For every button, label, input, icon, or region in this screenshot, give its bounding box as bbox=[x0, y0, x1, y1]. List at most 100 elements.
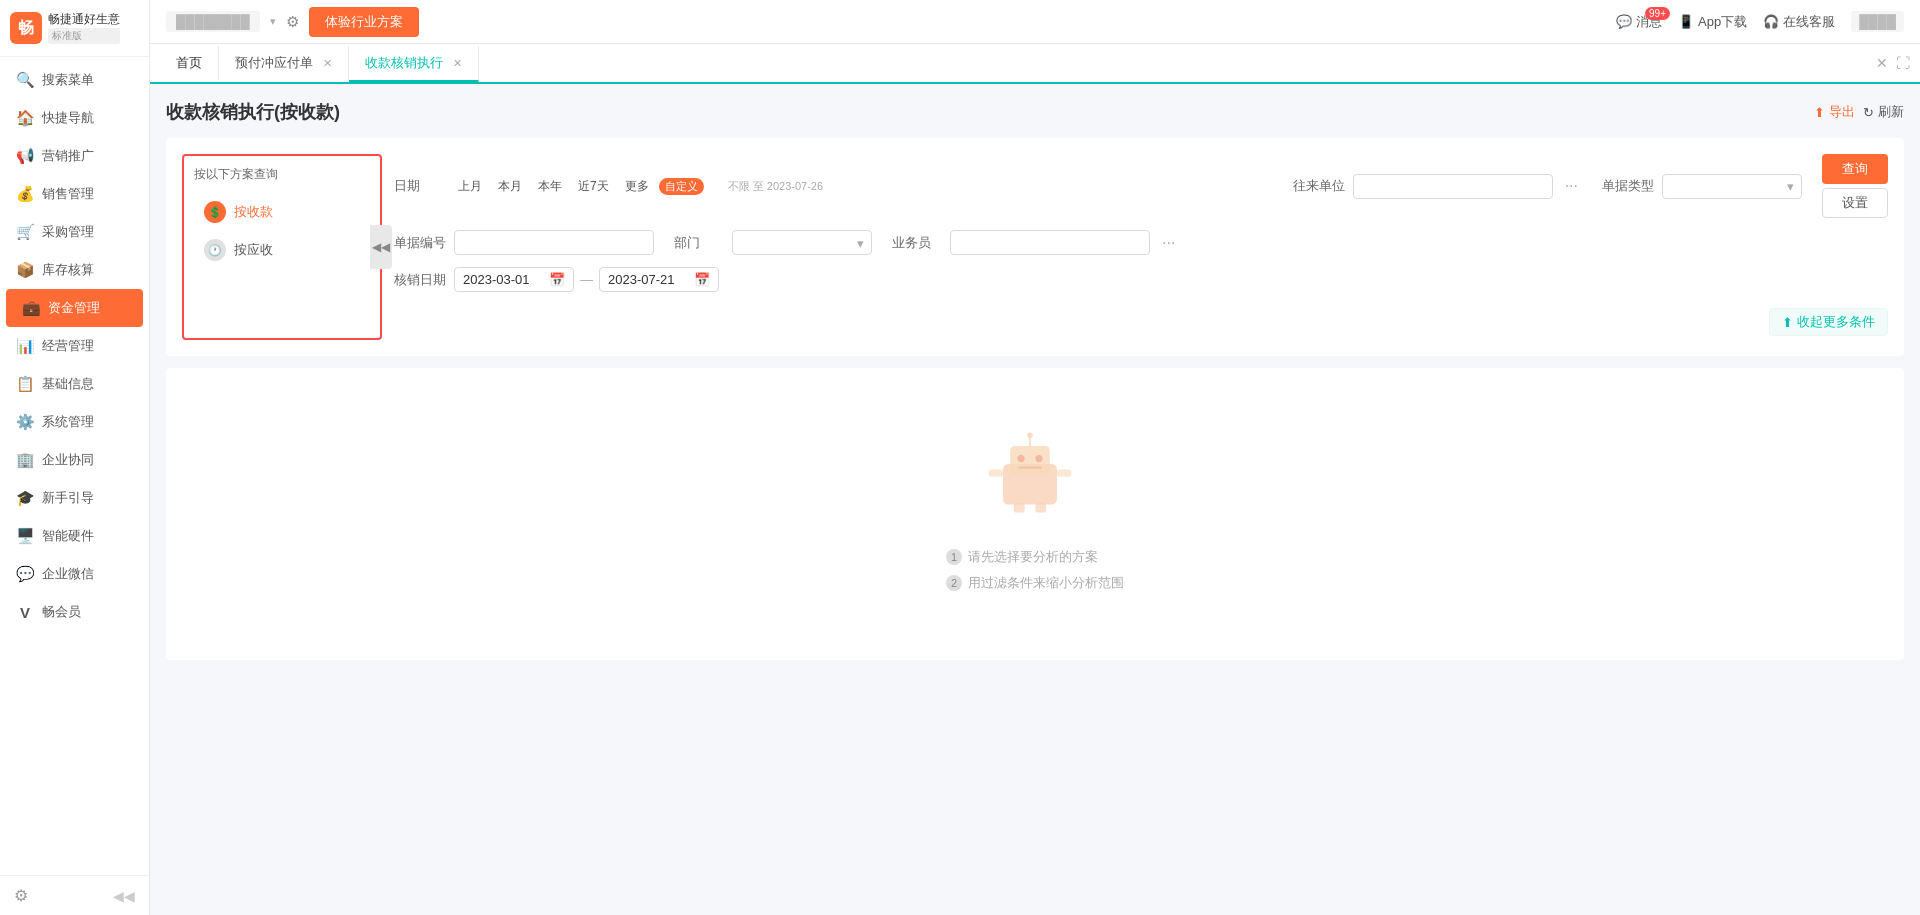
sidebar-item-finance[interactable]: 💼 资金管理 bbox=[6, 289, 143, 327]
sidebar-item-wechat[interactable]: 💬 企业微信 bbox=[0, 555, 149, 593]
message-badge: 99+ bbox=[1645, 7, 1670, 20]
date-btn-last-month[interactable]: 上月 bbox=[452, 176, 488, 197]
search-icon: 🔍 bbox=[16, 71, 34, 89]
collapse-sidebar-button[interactable]: ◀◀ bbox=[113, 888, 135, 904]
query-button[interactable]: 查询 bbox=[1822, 154, 1888, 184]
sidebar-item-guide[interactable]: 🎓 新手引导 bbox=[0, 479, 149, 517]
filter-option-by-receipt[interactable]: 💲 按收款 bbox=[194, 193, 370, 231]
sidebar-label-enterprise: 企业协同 bbox=[42, 451, 94, 469]
sidebar-item-hardware[interactable]: 🖥️ 智能硬件 bbox=[0, 517, 149, 555]
message-button[interactable]: 💬 消息 99+ bbox=[1616, 13, 1662, 31]
system-icon: ⚙️ bbox=[16, 413, 34, 431]
tip-text-2: 用过滤条件来缩小分析范围 bbox=[968, 574, 1124, 592]
doc-type-label: 单据类型 bbox=[1602, 177, 1654, 195]
tab-receipt-cancel[interactable]: 收款核销执行 ✕ bbox=[349, 46, 479, 82]
date-btn-7days[interactable]: 近7天 bbox=[572, 176, 615, 197]
export-button[interactable]: ⬆ 导出 bbox=[1814, 103, 1855, 121]
doc-number-input[interactable] bbox=[454, 230, 654, 255]
tab-prepay[interactable]: 预付冲应付单 ✕ bbox=[219, 46, 349, 80]
refresh-label: 刷新 bbox=[1878, 103, 1904, 121]
basic-info-icon: 📋 bbox=[16, 375, 34, 393]
tab-home-label: 首页 bbox=[176, 54, 202, 72]
operation-icon: 📊 bbox=[16, 337, 34, 355]
sidebar-item-purchase[interactable]: 🛒 采购管理 bbox=[0, 213, 149, 251]
calendar-end-icon: 📅 bbox=[694, 272, 710, 287]
date-btn-this-month[interactable]: 本月 bbox=[492, 176, 528, 197]
department-label: 部门 bbox=[674, 234, 724, 252]
filter-more-row: ⬆ 收起更多条件 bbox=[394, 304, 1888, 340]
empty-tips: 1 请先选择要分析的方案 2 用过滤条件来缩小分析范围 bbox=[946, 548, 1124, 600]
collapse-filter-panel-button[interactable]: ◀◀ bbox=[370, 225, 392, 269]
settings-button[interactable]: 设置 bbox=[1822, 188, 1888, 218]
tabs-actions: ✕ ⛶ bbox=[1876, 55, 1920, 71]
sidebar-item-member[interactable]: V 畅会员 bbox=[0, 593, 149, 631]
department-select[interactable] bbox=[732, 230, 872, 255]
doc-number-field: 单据编号 bbox=[394, 230, 654, 255]
verify-date-end-input[interactable]: 2023-07-21 📅 bbox=[599, 267, 719, 292]
sidebar-item-search[interactable]: 🔍 搜索菜单 bbox=[0, 61, 149, 99]
export-icon: ⬆ bbox=[1814, 105, 1825, 120]
tab-home[interactable]: 首页 bbox=[160, 46, 219, 80]
tab-prepay-close-icon[interactable]: ✕ bbox=[323, 57, 332, 70]
verify-date-start-input[interactable]: 2023-03-01 📅 bbox=[454, 267, 574, 292]
expand-tabs-icon[interactable]: ⛶ bbox=[1896, 55, 1910, 71]
tab-receipt-cancel-label: 收款核销执行 bbox=[365, 54, 443, 72]
guide-icon: 🎓 bbox=[16, 489, 34, 507]
close-all-tabs-icon[interactable]: ✕ bbox=[1876, 55, 1888, 71]
doc-type-field: 单据类型 bbox=[1602, 174, 1802, 199]
sidebar-item-basic-info[interactable]: 📋 基础信息 bbox=[0, 365, 149, 403]
sidebar-label-system: 系统管理 bbox=[42, 413, 94, 431]
sidebar-item-system[interactable]: ⚙️ 系统管理 bbox=[0, 403, 149, 441]
refresh-icon: ↻ bbox=[1863, 105, 1874, 120]
service-icon: 🎧 bbox=[1763, 14, 1779, 29]
svg-point-3 bbox=[1035, 455, 1042, 462]
settings-icon[interactable]: ⚙ bbox=[14, 886, 28, 905]
user-account[interactable]: ████ bbox=[1851, 11, 1904, 32]
page-content: 收款核销执行(按收款) ⬆ 导出 ↻ 刷新 按以下方案查询 💲 按收款 bbox=[150, 84, 1920, 915]
svg-point-10 bbox=[1027, 433, 1032, 438]
by-receivable-icon: 🕐 bbox=[204, 239, 226, 261]
partner-dots-button[interactable]: ··· bbox=[1561, 177, 1582, 195]
sidebar-label-finance: 资金管理 bbox=[48, 299, 100, 317]
sidebar-item-enterprise[interactable]: 🏢 企业协同 bbox=[0, 441, 149, 479]
sidebar-item-sales[interactable]: 💰 销售管理 bbox=[0, 175, 149, 213]
verify-date-label: 核销日期 bbox=[394, 271, 446, 289]
salesperson-input[interactable] bbox=[950, 230, 1150, 255]
sidebar-item-quick-nav[interactable]: 🏠 快捷导航 bbox=[0, 99, 149, 137]
solution-button[interactable]: 体验行业方案 bbox=[309, 7, 419, 37]
verify-date-start-value: 2023-03-01 bbox=[463, 272, 530, 287]
salesperson-dots-button[interactable]: ··· bbox=[1158, 234, 1179, 252]
sidebar-item-marketing[interactable]: 📢 营销推广 bbox=[0, 137, 149, 175]
tab-bar: 首页 预付冲应付单 ✕ 收款核销执行 ✕ ✕ ⛶ bbox=[150, 44, 1920, 84]
svg-rect-1 bbox=[1010, 446, 1050, 475]
sidebar-footer: ⚙ ◀◀ bbox=[0, 875, 149, 915]
online-service-button[interactable]: 🎧 在线客服 bbox=[1763, 13, 1835, 31]
page-header: 收款核销执行(按收款) ⬆ 导出 ↻ 刷新 bbox=[166, 100, 1904, 124]
marketing-icon: 📢 bbox=[16, 147, 34, 165]
tab-prepay-label: 预付冲应付单 bbox=[235, 54, 313, 72]
filter-row-1: 日期 上月 本月 本年 近7天 更多 自定义 不限 至 2023-07-26 bbox=[394, 154, 1888, 218]
sidebar-item-inventory[interactable]: 📦 库存核算 bbox=[0, 251, 149, 289]
date-field: 日期 上月 本月 本年 近7天 更多 自定义 bbox=[394, 176, 704, 197]
partner-input[interactable] bbox=[1353, 174, 1553, 199]
department-field: 部门 bbox=[674, 230, 872, 255]
empty-state: 1 请先选择要分析的方案 2 用过滤条件来缩小分析范围 bbox=[166, 368, 1904, 660]
date-custom-badge[interactable]: 自定义 bbox=[659, 178, 704, 195]
date-btn-this-year[interactable]: 本年 bbox=[532, 176, 568, 197]
refresh-button[interactable]: ↻ 刷新 bbox=[1863, 103, 1904, 121]
topbar-gear-icon[interactable]: ⚙ bbox=[286, 13, 299, 31]
filter-option-by-receivable[interactable]: 🕐 按应收 bbox=[194, 231, 370, 269]
hardware-icon: 🖥️ bbox=[16, 527, 34, 545]
doc-type-select[interactable] bbox=[1662, 174, 1802, 199]
sidebar: 畅 畅捷通好生意 标准版 🔍 搜索菜单 🏠 快捷导航 📢 营销推广 💰 销售管理… bbox=[0, 0, 150, 915]
tab-receipt-cancel-close-icon[interactable]: ✕ bbox=[453, 57, 462, 70]
partner-label: 往来单位 bbox=[1293, 177, 1345, 195]
app-download-button[interactable]: 📱 App下载 bbox=[1678, 13, 1747, 31]
sidebar-nav: 🔍 搜索菜单 🏠 快捷导航 📢 营销推广 💰 销售管理 🛒 采购管理 📦 库存核… bbox=[0, 57, 149, 875]
date-btn-more[interactable]: 更多 bbox=[619, 176, 655, 197]
export-label: 导出 bbox=[1829, 103, 1855, 121]
tip-num-1: 1 bbox=[946, 549, 962, 565]
collapse-more-conditions-button[interactable]: ⬆ 收起更多条件 bbox=[1769, 308, 1888, 336]
sidebar-item-operation[interactable]: 📊 经营管理 bbox=[0, 327, 149, 365]
empty-tip-2: 2 用过滤条件来缩小分析范围 bbox=[946, 574, 1124, 592]
